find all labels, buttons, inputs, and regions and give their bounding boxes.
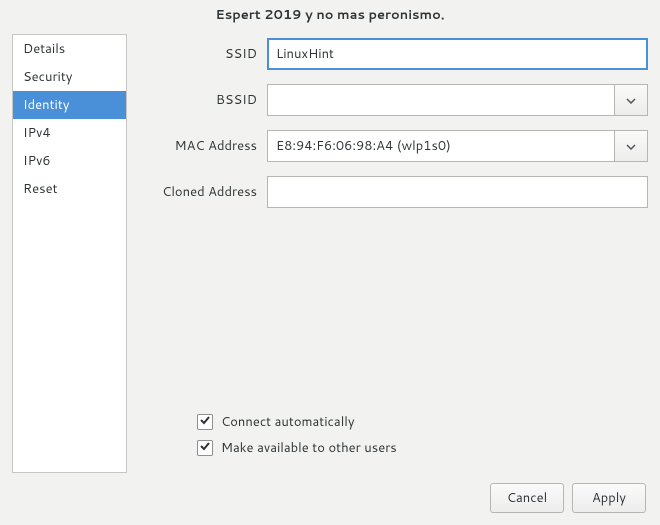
- cloned-row: Cloned Address: [147, 176, 648, 208]
- check-icon: [199, 439, 211, 457]
- sidebar-item-ipv6[interactable]: IPv6: [13, 147, 126, 175]
- main-panel: SSID BSSID: [127, 34, 648, 473]
- available-label: Make available to other users: [221, 439, 397, 457]
- bssid-label: BSSID: [147, 91, 267, 109]
- bssid-combo: [267, 84, 648, 116]
- identity-form: SSID BSSID: [147, 34, 648, 413]
- ssid-input[interactable]: [267, 38, 648, 70]
- sidebar-item-reset[interactable]: Reset: [13, 175, 126, 203]
- mac-input[interactable]: [267, 130, 614, 162]
- checkbox-group: Connect automatically Make available to …: [147, 413, 648, 473]
- window-title: Espert 2019 y no mas peronismo.: [0, 0, 660, 34]
- apply-button[interactable]: Apply: [572, 483, 646, 513]
- sidebar-item-details[interactable]: Details: [13, 35, 126, 63]
- cancel-button[interactable]: Cancel: [490, 483, 564, 513]
- footer: Cancel Apply: [0, 473, 660, 525]
- sidebar-item-ipv4[interactable]: IPv4: [13, 119, 126, 147]
- chevron-down-icon: [626, 137, 636, 155]
- bssid-dropdown-button[interactable]: [614, 84, 648, 116]
- mac-row: MAC Address: [147, 130, 648, 162]
- checkbox-box: [197, 440, 213, 456]
- bssid-input[interactable]: [267, 84, 614, 116]
- checkbox-box: [197, 414, 213, 430]
- ssid-label: SSID: [147, 45, 267, 63]
- sidebar-item-security[interactable]: Security: [13, 63, 126, 91]
- mac-dropdown-button[interactable]: [614, 130, 648, 162]
- sidebar-item-identity[interactable]: Identity: [13, 91, 126, 119]
- mac-combo: [267, 130, 648, 162]
- network-settings-window: Espert 2019 y no mas peronismo. Details …: [0, 0, 660, 525]
- cloned-label: Cloned Address: [147, 183, 267, 201]
- available-to-others-checkbox[interactable]: Make available to other users: [197, 439, 648, 457]
- sidebar: Details Security Identity IPv4 IPv6 Rese…: [12, 34, 127, 473]
- connect-automatically-checkbox[interactable]: Connect automatically: [197, 413, 648, 431]
- body: Details Security Identity IPv4 IPv6 Rese…: [0, 34, 660, 473]
- connect-auto-label: Connect automatically: [221, 413, 355, 431]
- ssid-row: SSID: [147, 38, 648, 70]
- mac-label: MAC Address: [147, 137, 267, 155]
- bssid-row: BSSID: [147, 84, 648, 116]
- cloned-input[interactable]: [267, 176, 648, 208]
- check-icon: [199, 413, 211, 431]
- chevron-down-icon: [626, 91, 636, 109]
